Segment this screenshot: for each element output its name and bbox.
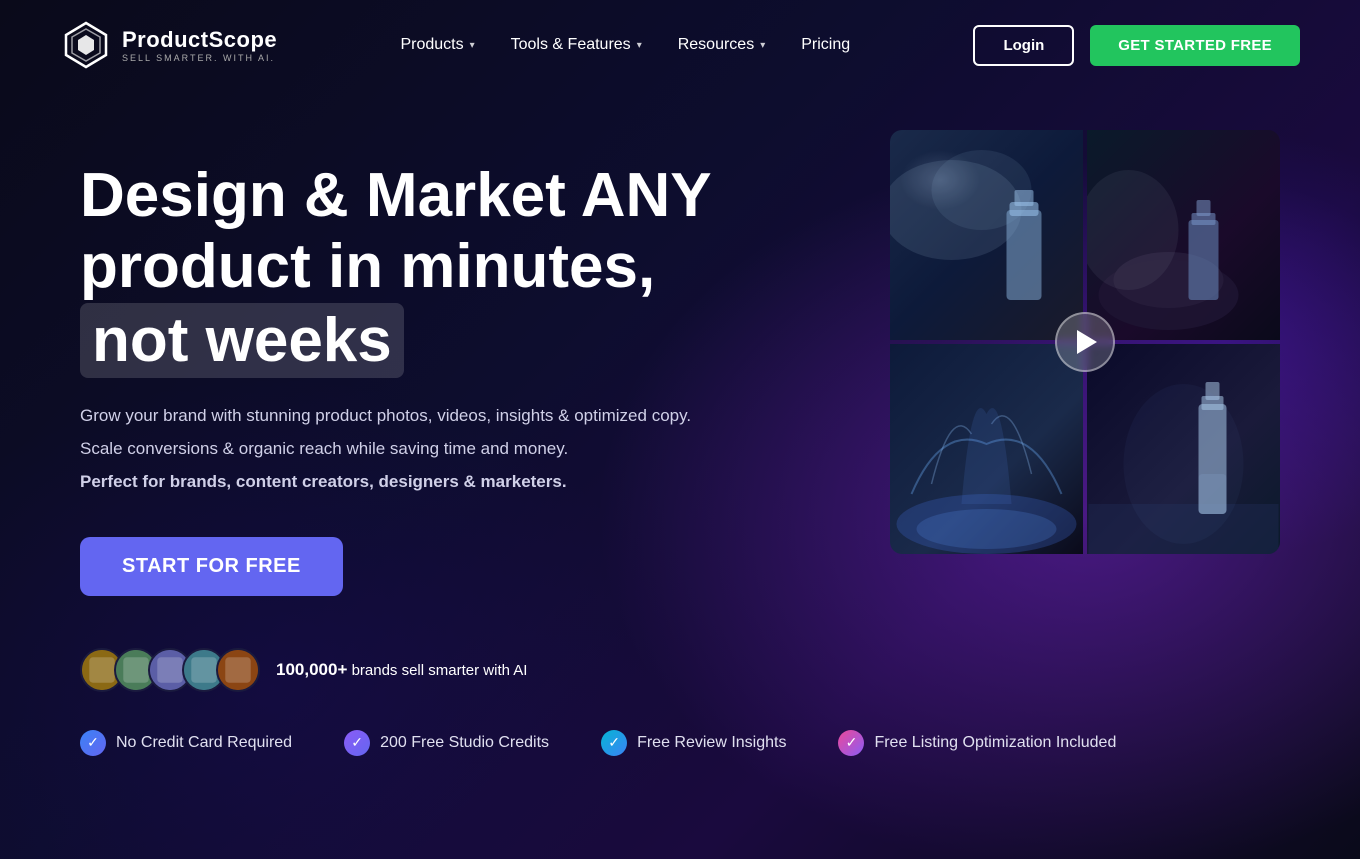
benefit-listing-optimization: ✓ Free Listing Optimization Included	[838, 730, 1168, 756]
video-scene-1	[890, 130, 1083, 340]
hero-video	[890, 130, 1280, 554]
video-play-button[interactable]	[1055, 312, 1115, 372]
hero-section: Design & Market ANY product in minutes, …	[0, 90, 1360, 692]
avatar-stack	[80, 648, 260, 692]
nav-item-products[interactable]: Products ▾	[400, 36, 474, 54]
logo-text: ProductScope	[122, 27, 277, 53]
video-cell-1	[890, 130, 1083, 340]
check-icon: ✓	[838, 730, 864, 756]
nav-actions: Login GET STARTED FREE	[973, 25, 1300, 66]
social-proof: 100,000+ brands sell smarter with AI	[80, 648, 830, 692]
hero-title: Design & Market ANY product in minutes, …	[80, 160, 830, 378]
chevron-down-icon: ▾	[637, 40, 642, 51]
chevron-down-icon: ▾	[470, 40, 475, 51]
nav-item-tools[interactable]: Tools & Features ▾	[511, 36, 642, 54]
nav-item-resources[interactable]: Resources ▾	[678, 36, 766, 54]
video-scene-3	[890, 344, 1083, 554]
nav-links: Products ▾ Tools & Features ▾ Resources …	[400, 36, 850, 54]
video-cell-3	[890, 344, 1083, 554]
video-grid	[890, 130, 1280, 554]
logo-icon	[60, 19, 112, 71]
video-cell-2	[1087, 130, 1280, 340]
hero-content: Design & Market ANY product in minutes, …	[80, 130, 830, 692]
play-icon	[1077, 330, 1097, 354]
benefits-bar: ✓ No Credit Card Required ✓ 200 Free Stu…	[0, 702, 1360, 784]
check-icon: ✓	[344, 730, 370, 756]
check-icon: ✓	[80, 730, 106, 756]
logo[interactable]: ProductScope SELL SMARTER. WITH AI.	[60, 19, 277, 71]
start-free-button[interactable]: START FOR FREE	[80, 537, 343, 596]
benefit-review-insights: ✓ Free Review Insights	[601, 730, 838, 756]
benefit-no-cc: ✓ No Credit Card Required	[80, 730, 344, 756]
navbar: ProductScope SELL SMARTER. WITH AI. Prod…	[0, 0, 1360, 90]
social-proof-text: 100,000+ brands sell smarter with AI	[276, 660, 527, 680]
login-button[interactable]: Login	[973, 25, 1074, 66]
benefit-studio-credits: ✓ 200 Free Studio Credits	[344, 730, 601, 756]
chevron-down-icon: ▾	[760, 40, 765, 51]
avatar-icon	[218, 650, 258, 690]
get-started-button[interactable]: GET STARTED FREE	[1090, 25, 1300, 66]
video-scene-4	[1087, 344, 1280, 554]
avatar	[216, 648, 260, 692]
check-icon: ✓	[601, 730, 627, 756]
hero-description: Grow your brand with stunning product ph…	[80, 402, 700, 497]
video-scene-2	[1087, 130, 1280, 340]
hero-highlight: not weeks	[80, 303, 404, 378]
nav-item-pricing[interactable]: Pricing	[801, 36, 850, 54]
video-cell-4	[1087, 344, 1280, 554]
logo-tagline: SELL SMARTER. WITH AI.	[122, 53, 277, 63]
